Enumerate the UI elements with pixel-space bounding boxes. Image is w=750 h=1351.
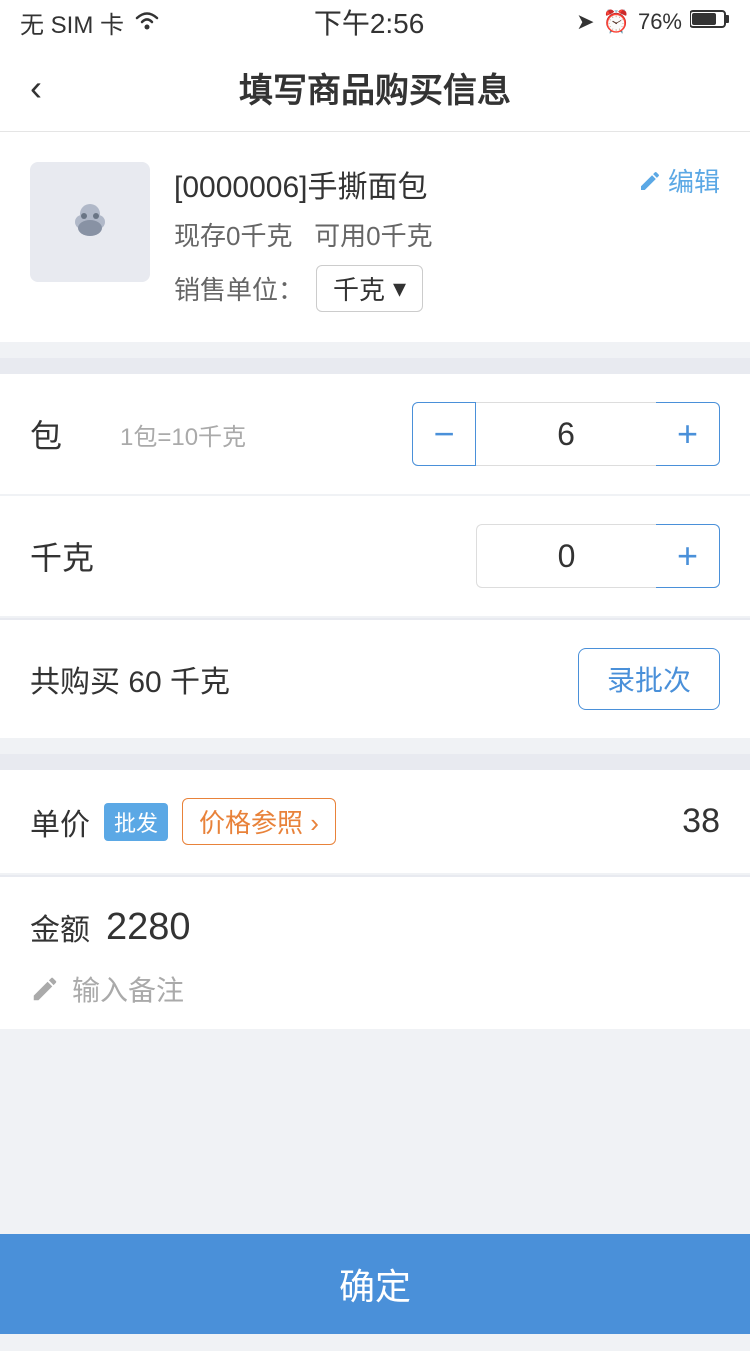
amount-value: 2280 [106, 906, 191, 949]
amount-row: 金额 2280 [30, 905, 720, 949]
remark-row[interactable]: 输入备注 [30, 969, 720, 1009]
status-time: 下午2:56 [314, 2, 425, 42]
battery-label: 76% [638, 9, 682, 35]
separator-1 [0, 358, 750, 374]
total-section: 共购买 60 千克 录批次 [0, 620, 750, 738]
pencil-icon [30, 974, 60, 1004]
kilogram-row: 千克 + [30, 496, 720, 616]
battery-icon [690, 9, 730, 35]
wifi-signal-icon [132, 8, 162, 37]
nav-bar: ‹ 填写商品购买信息 [0, 44, 750, 132]
price-tag-pifa: 批发 [104, 803, 168, 841]
price-section: 单价 批发 价格参照 › 38 [0, 770, 750, 873]
product-image [30, 162, 150, 282]
kilogram-label: 千克 [30, 533, 110, 579]
product-stock: 现存0千克 可用0千克 [174, 216, 720, 253]
unit-selector[interactable]: 千克 ▾ [316, 265, 423, 312]
separator-3 [0, 754, 750, 770]
edit-button[interactable]: 编辑 [638, 162, 720, 199]
sim-label: 无 SIM 卡 [20, 5, 124, 40]
dropdown-icon: ▾ [393, 273, 406, 304]
status-left: 无 SIM 卡 [20, 5, 162, 40]
price-value: 38 [682, 802, 720, 841]
package-plus-button[interactable]: + [656, 402, 720, 466]
package-label: 包 [30, 411, 110, 457]
quantity-control-package: − + [412, 402, 720, 466]
batch-button[interactable]: 录批次 [578, 648, 720, 710]
total-label: 共购买 60 千克 [30, 657, 230, 701]
price-left: 单价 批发 价格参照 › [30, 798, 336, 845]
kilogram-plus-button[interactable]: + [656, 524, 720, 588]
package-hint: 1包=10千克 [120, 417, 412, 452]
price-reference-button[interactable]: 价格参照 › [182, 798, 336, 845]
kilogram-section: 千克 + [0, 496, 750, 616]
package-section: 包 1包=10千克 − + [0, 374, 750, 494]
page-title: 填写商品购买信息 [239, 63, 511, 112]
status-right: ➤ ⏰ 76% [576, 9, 730, 35]
product-card: [0000006]手撕面包 现存0千克 可用0千克 销售单位： 千克 ▾ 编辑 [0, 132, 750, 342]
amount-label: 金额 [30, 905, 90, 949]
status-bar: 无 SIM 卡 下午2:56 ➤ ⏰ 76% [0, 0, 750, 44]
package-minus-button[interactable]: − [412, 402, 476, 466]
alarm-icon: ⏰ [603, 9, 630, 35]
amount-section: 金额 2280 输入备注 [0, 877, 750, 1029]
location-icon: ➤ [576, 9, 594, 35]
quantity-control-kg: + [476, 524, 720, 588]
price-label: 单价 [30, 800, 90, 844]
remark-placeholder: 输入备注 [72, 969, 184, 1009]
package-row: 包 1包=10千克 − + [30, 374, 720, 494]
package-quantity-input[interactable] [476, 402, 656, 466]
product-unit: 销售单位： 千克 ▾ [174, 265, 720, 312]
back-button[interactable]: ‹ [30, 67, 42, 109]
confirm-bar[interactable]: 确定 [0, 1234, 750, 1334]
kilogram-quantity-input[interactable] [476, 524, 656, 588]
confirm-button[interactable]: 确定 [339, 1258, 411, 1310]
